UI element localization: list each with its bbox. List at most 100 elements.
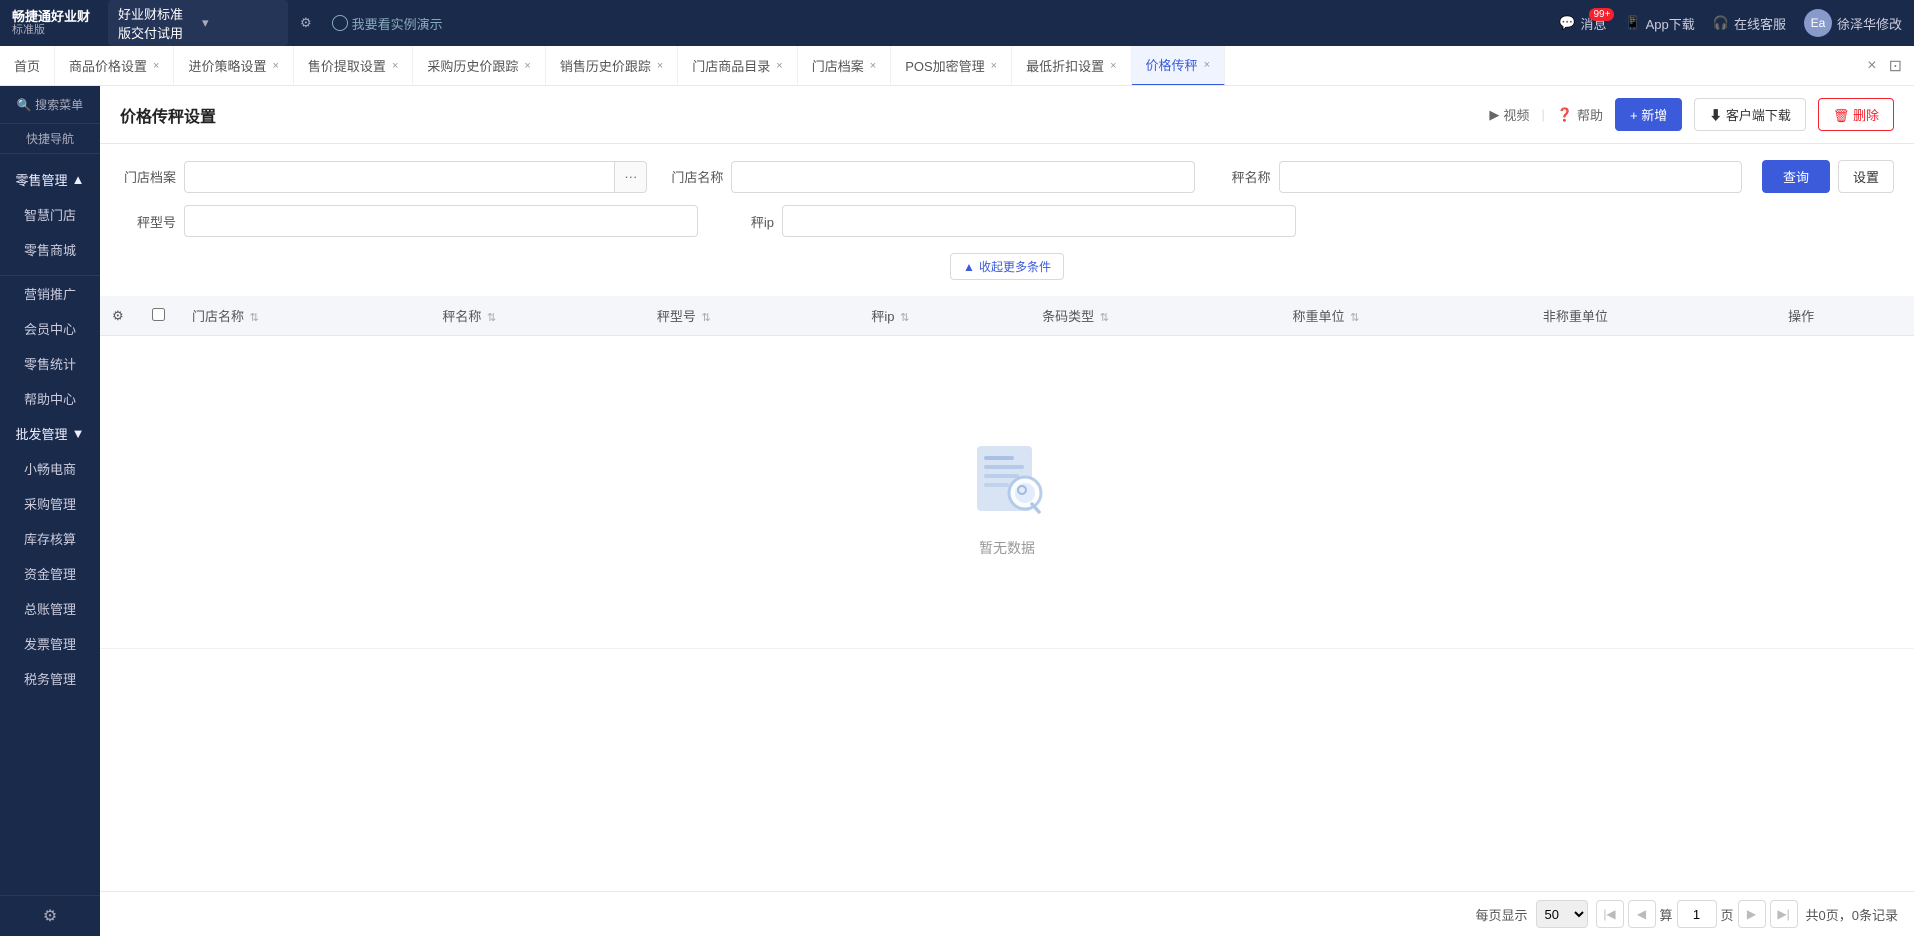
tab-price-settings[interactable]: 商品价格设置 × (55, 46, 174, 86)
tab-purchase-strategy[interactable]: 进价策略设置 × (174, 46, 293, 86)
tab-store-catalog[interactable]: 门店商品目录 × (678, 46, 797, 86)
download-button[interactable]: ⬇ 客户端下载 (1694, 98, 1806, 131)
prev-page-button[interactable]: ◀ (1628, 900, 1656, 928)
tab-home-label: 首页 (14, 56, 40, 75)
tab-close-icon[interactable]: × (153, 60, 159, 72)
sidebar-item-retail-mall[interactable]: 零售商城 (0, 232, 100, 267)
sidebar-settings-icon[interactable]: ⚙ (43, 908, 57, 925)
add-button[interactable]: + 新增 (1615, 98, 1682, 131)
tab-close-icon[interactable]: × (392, 60, 398, 72)
top-bar: 畅捷通好业财 标准版 好业财标准版交付试用 ▾ ⚙ 我要看实例演示 💬 消息 9… (0, 0, 1914, 46)
notifications-button[interactable]: 💬 消息 99+ (1559, 14, 1606, 33)
table-col-barcode-type-label: 条码类型 (1042, 309, 1094, 324)
tab-min-discount[interactable]: 最低折扣设置 × (1012, 46, 1131, 86)
video-link[interactable]: ▶ 视频 (1489, 105, 1529, 124)
chevron-up-icon: ▲ (72, 172, 85, 187)
sidebar-item-marketing[interactable]: 营销推广 (0, 276, 100, 311)
demo-link-text: 我要看实例演示 (352, 14, 443, 33)
sidebar-item-finance[interactable]: 资金管理 (0, 556, 100, 591)
tab-pos-encrypt[interactable]: POS加密管理 × (891, 46, 1012, 86)
table-col-scale-ip[interactable]: 秤ip ⇅ (859, 296, 1030, 336)
online-service-button[interactable]: 🎧 在线客服 (1713, 14, 1786, 33)
sidebar-item-ledger[interactable]: 总账管理 (0, 591, 100, 626)
tab-store-archive[interactable]: 门店档案 × (798, 46, 891, 86)
table-col-gear[interactable]: ⚙ (100, 296, 140, 336)
scale-model-input[interactable] (184, 205, 698, 237)
last-page-button[interactable]: ▶| (1770, 900, 1798, 928)
tab-sale-extract[interactable]: 售价提取设置 × (294, 46, 413, 86)
sidebar-group-wholesale[interactable]: 批发管理 ▼ (0, 416, 100, 451)
tab-close-icon[interactable]: × (776, 60, 782, 72)
sidebar-item-smart-store[interactable]: 智慧门店 (0, 197, 100, 232)
scale-name-input[interactable] (1279, 161, 1742, 193)
search-form: 门店档案 ··· 门店名称 秤名称 查询 (100, 144, 1914, 296)
tab-sale-history[interactable]: 销售历史价跟踪 × (546, 46, 678, 86)
next-page-button[interactable]: ▶ (1738, 900, 1766, 928)
table-check-all[interactable] (152, 308, 165, 321)
settings-search-button[interactable]: 设置 (1838, 160, 1894, 193)
table-col-barcode-type[interactable]: 条码类型 ⇅ (1030, 296, 1280, 336)
sidebar-item-purchase[interactable]: 采购管理 (0, 486, 100, 521)
tab-close-icon[interactable]: × (272, 60, 278, 72)
tab-store-catalog-label: 门店商品目录 (692, 56, 770, 75)
page-number-input[interactable] (1677, 900, 1717, 928)
table-col-scale-model-label: 秤型号 (657, 309, 696, 324)
table-col-scale-model[interactable]: 秤型号 ⇅ (645, 296, 860, 336)
scale-ip-input[interactable] (782, 205, 1296, 237)
play-icon: ▶ (1489, 107, 1499, 123)
sidebar-item-invoice[interactable]: 发票管理 (0, 626, 100, 661)
sidebar-item-member[interactable]: 会员中心 (0, 311, 100, 346)
first-page-button[interactable]: |◀ (1596, 900, 1624, 928)
tab-close-icon[interactable]: × (991, 60, 997, 72)
page-unit-label: 页 (1721, 905, 1734, 924)
app-download-label: App下载 (1646, 14, 1695, 33)
sidebar-item-retail-stats[interactable]: 零售统计 (0, 346, 100, 381)
sidebar-item-inventory[interactable]: 库存核算 (0, 521, 100, 556)
version-selector[interactable]: 好业财标准版交付试用 ▾ (108, 0, 288, 46)
tab-price-scale[interactable]: 价格传秤 × (1132, 46, 1225, 86)
tab-purchase-history[interactable]: 采购历史价跟踪 × (413, 46, 545, 86)
sidebar-item-help[interactable]: 帮助中心 (0, 381, 100, 416)
search-button[interactable]: 查询 (1762, 160, 1830, 193)
table-col-weight-unit[interactable]: 称重单位 ⇅ (1281, 296, 1531, 336)
sidebar-search[interactable]: 🔍 搜索菜单 (0, 86, 100, 124)
sidebar-bottom: ⚙ (0, 895, 100, 936)
user-profile-button[interactable]: Ea 徐泽华修改 (1804, 9, 1902, 37)
table-col-store-name[interactable]: 门店名称 ⇅ (180, 296, 430, 336)
tab-close-icon[interactable]: × (1204, 59, 1210, 71)
sidebar-item-tax[interactable]: 税务管理 (0, 661, 100, 696)
table-col-action-label: 操作 (1788, 309, 1814, 324)
bell-icon: 💬 (1559, 15, 1575, 31)
sidebar-item-ecommerce[interactable]: 小畅电商 (0, 451, 100, 486)
tab-close-all-icon[interactable]: × (1863, 55, 1880, 77)
store-name-input[interactable] (731, 161, 1194, 193)
sidebar-quick-nav[interactable]: 快捷导航 (0, 124, 100, 154)
table-col-scale-name[interactable]: 秤名称 ⇅ (430, 296, 645, 336)
tab-close-icon[interactable]: × (524, 60, 530, 72)
tab-purchase-strategy-label: 进价策略设置 (188, 56, 266, 75)
per-page-select[interactable]: 10 20 50 100 (1536, 900, 1588, 928)
total-text: 共0页，0条记录 (1806, 905, 1898, 924)
delete-button[interactable]: 🗑 删除 (1818, 98, 1894, 131)
form-item-store-archive: 门店档案 ··· (120, 161, 647, 193)
tab-close-icon[interactable]: × (657, 60, 663, 72)
help-link[interactable]: ❓ 帮助 (1557, 105, 1603, 124)
form-item-scale-ip: 秤ip (718, 205, 1296, 237)
collapse-button[interactable]: ▲ 收起更多条件 (950, 253, 1064, 280)
sidebar-quick-nav-label: 快捷导航 (26, 132, 74, 146)
store-archive-select-btn[interactable]: ··· (615, 161, 647, 193)
pagination-bar: 每页显示 10 20 50 100 |◀ ◀ 算 页 ▶ ▶| 共0页，0条记录 (100, 891, 1914, 936)
settings-icon[interactable]: ⚙ (296, 11, 316, 35)
tab-close-icon[interactable]: × (1110, 60, 1116, 72)
demo-link[interactable]: 我要看实例演示 (332, 14, 443, 33)
sidebar-group-retail[interactable]: 零售管理 ▲ (0, 162, 100, 197)
sidebar-wholesale-label: 批发管理 (16, 424, 68, 443)
tab-expand-icon[interactable]: ⊡ (1885, 54, 1906, 78)
table-body: 暂无数据 (100, 336, 1914, 649)
tab-home[interactable]: 首页 (0, 46, 55, 86)
table-col-check[interactable] (140, 296, 180, 336)
tab-close-icon[interactable]: × (870, 60, 876, 72)
collapse-button-label: 收起更多条件 (979, 258, 1051, 275)
store-archive-input[interactable] (184, 161, 615, 193)
app-download-button[interactable]: 📱 App下载 (1624, 14, 1694, 33)
